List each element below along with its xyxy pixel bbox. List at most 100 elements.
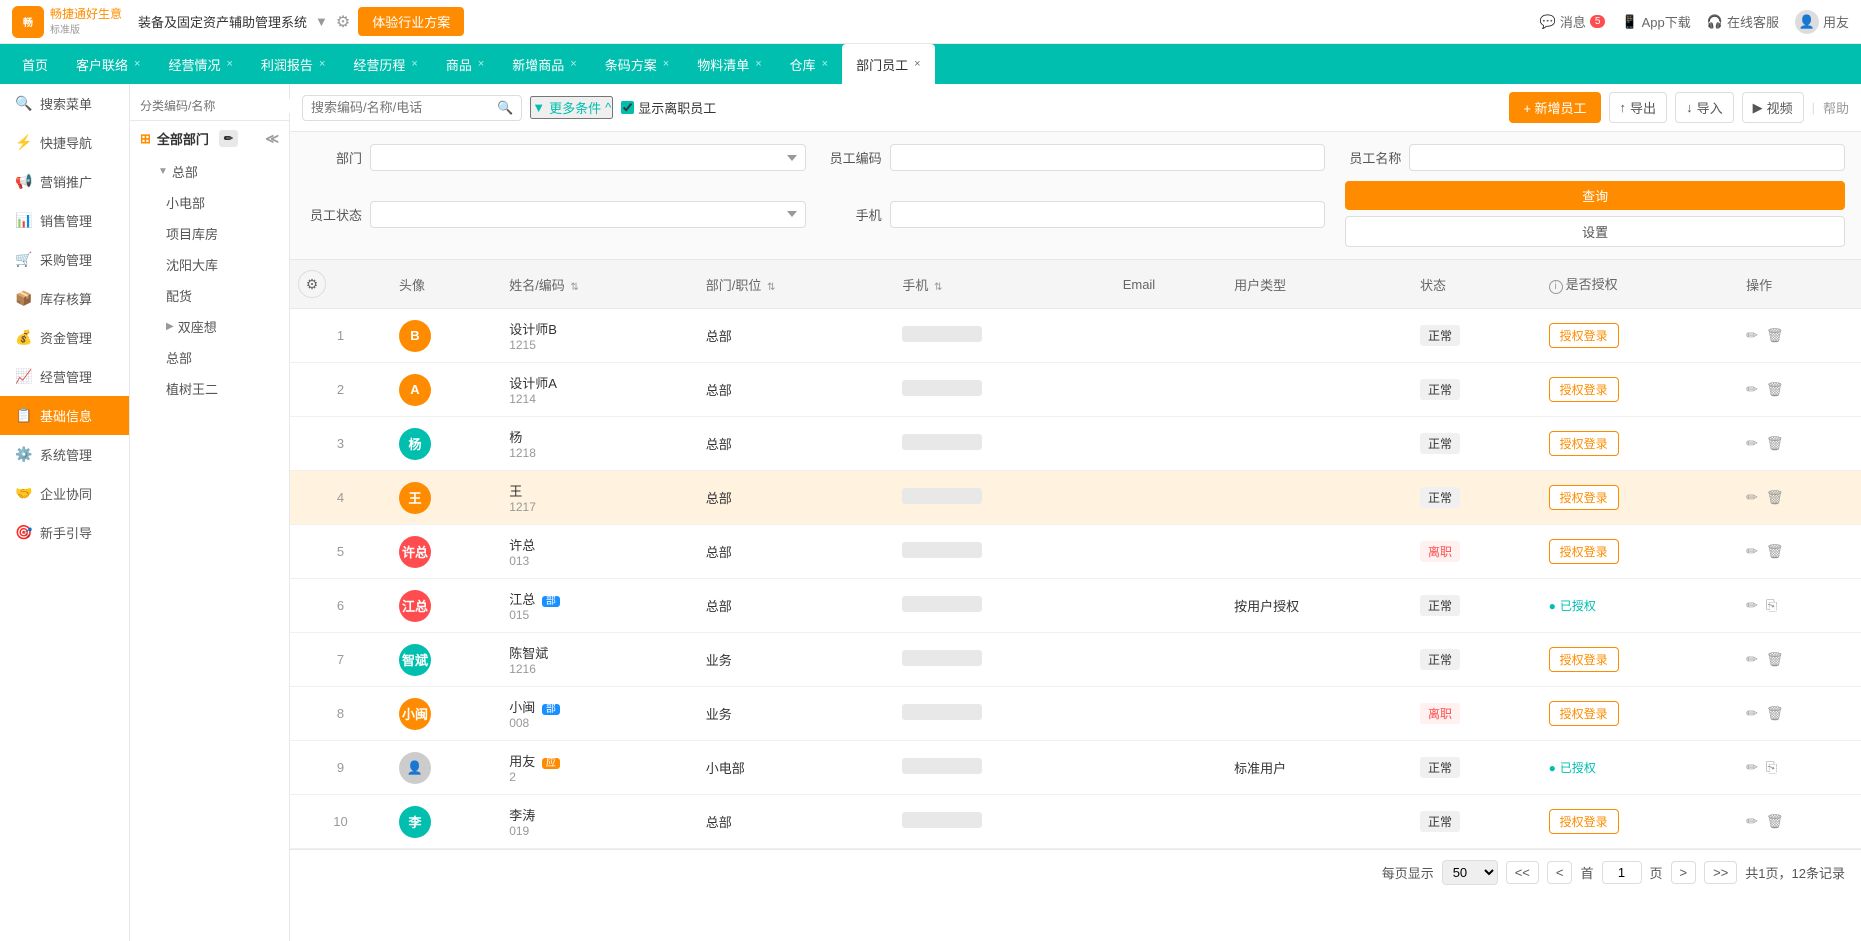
edit-icon[interactable]: ✏ [1746, 435, 1758, 452]
settings-icon[interactable]: ⚙ [336, 12, 350, 32]
sidebar-item-inventory[interactable]: 📦 库存核算 [0, 279, 129, 318]
tab-home[interactable]: 首页 [8, 44, 62, 84]
more-filter-button[interactable]: ▼ 更多条件 ^ [530, 96, 613, 119]
dept-tree-item-zongbu[interactable]: ▼ 总部 [130, 156, 289, 187]
auth-button[interactable]: 授权登录 [1549, 323, 1619, 348]
edit-icon[interactable]: ✏ [1746, 489, 1758, 506]
dept-tree-item-zongbu2[interactable]: 总部 [130, 342, 289, 373]
add-employee-button[interactable]: + 新增员工 [1509, 92, 1600, 123]
sidebar-item-system[interactable]: ⚙️ 系统管理 [0, 435, 129, 474]
auth-button[interactable]: 授权登录 [1549, 377, 1619, 402]
sort-icon[interactable]: ⇅ [570, 282, 578, 293]
first-page-button[interactable]: << [1506, 861, 1539, 884]
sidebar-item-quicknav[interactable]: ⚡ 快捷导航 [0, 123, 129, 162]
edit-icon[interactable]: ✏ [1746, 813, 1758, 830]
edit-icon[interactable]: ✏ [1746, 705, 1758, 722]
dept-filter-select[interactable] [370, 144, 806, 171]
delete-icon[interactable]: 🗑 [1766, 489, 1784, 506]
next-page-button[interactable]: > [1671, 861, 1697, 884]
tab-employees[interactable]: 部门员工 × [842, 44, 934, 84]
auth-button[interactable]: 授权登录 [1549, 647, 1619, 672]
close-icon-active[interactable]: × [914, 58, 920, 70]
help-label[interactable]: 帮助 [1823, 98, 1849, 117]
edit-icon[interactable]: ✏ [1746, 381, 1758, 398]
phone-filter-input[interactable] [890, 201, 1326, 228]
status-filter-select[interactable] [370, 201, 806, 228]
delete-icon[interactable]: 🗑 [1766, 381, 1784, 398]
search-input[interactable] [311, 100, 491, 115]
edit-icon[interactable]: ✏ [1746, 597, 1758, 614]
online-service-action[interactable]: 🎧 在线客服 [1707, 12, 1779, 31]
close-icon[interactable]: × [478, 58, 484, 70]
query-button[interactable]: 查询 [1345, 181, 1845, 210]
edit-icon[interactable]: ✏ [1746, 651, 1758, 668]
delete-icon[interactable]: 🗑 [1766, 651, 1784, 668]
all-dept-label[interactable]: 全部部门 [157, 129, 209, 148]
tab-profit[interactable]: 利润报告 × [247, 44, 339, 84]
tab-warehouse[interactable]: 仓库 × [776, 44, 842, 84]
tab-bom[interactable]: 物料清单 × [683, 44, 775, 84]
close-icon[interactable]: × [134, 58, 140, 70]
delete-icon[interactable]: 🗑 [1766, 705, 1784, 722]
sidebar-item-base[interactable]: 📋 基础信息 [0, 396, 129, 435]
delete-icon[interactable]: 🗑 [1766, 813, 1784, 830]
dept-tree-item-shuangzuo[interactable]: ▶ 双座想 [130, 311, 289, 342]
auth-button[interactable]: 授权登录 [1549, 539, 1619, 564]
export-button[interactable]: ↑ 导出 [1609, 92, 1668, 123]
show-resigned-checkbox[interactable]: 显示离职员工 [621, 98, 716, 117]
close-icon[interactable]: × [755, 58, 761, 70]
sidebar-item-marketing[interactable]: 📢 营销推广 [0, 162, 129, 201]
user-action[interactable]: 👤 用友 [1795, 10, 1849, 34]
delete-icon[interactable]: 🗑 [1766, 327, 1784, 344]
sidebar-item-sales[interactable]: 📊 销售管理 [0, 201, 129, 240]
empcode-filter-input[interactable] [890, 144, 1326, 171]
copy-icon[interactable]: ⎘ [1766, 597, 1777, 614]
prev-page-button[interactable]: < [1547, 861, 1573, 884]
dept-tree-item-shenyang[interactable]: 沈阳大库 [130, 249, 289, 280]
empname-filter-input[interactable] [1409, 144, 1845, 171]
dept-tree-item-xiaodian[interactable]: 小电部 [130, 187, 289, 218]
close-icon[interactable]: × [570, 58, 576, 70]
close-icon[interactable]: × [822, 58, 828, 70]
close-icon[interactable]: × [319, 58, 325, 70]
reset-button[interactable]: 设置 [1345, 216, 1845, 247]
close-icon[interactable]: × [411, 58, 417, 70]
tab-barcode[interactable]: 条码方案 × [591, 44, 683, 84]
tab-operation[interactable]: 经营情况 × [154, 44, 246, 84]
sidebar-item-collab[interactable]: 🤝 企业协同 [0, 474, 129, 513]
auth-button[interactable]: 授权登录 [1549, 485, 1619, 510]
delete-icon[interactable]: 🗑 [1766, 435, 1784, 452]
import-button[interactable]: ↓ 导入 [1675, 92, 1734, 123]
message-action[interactable]: 💬 消息 5 [1540, 12, 1606, 31]
sidebar-item-search[interactable]: 🔍 搜索菜单 [0, 84, 129, 123]
per-page-select[interactable]: 50 10 20 100 [1442, 860, 1498, 885]
edit-icon[interactable]: ✏ [1746, 543, 1758, 560]
sidebar-item-guide[interactable]: 🎯 新手引导 [0, 513, 129, 552]
close-icon[interactable]: × [226, 58, 232, 70]
last-page-button[interactable]: >> [1704, 861, 1737, 884]
page-number-input[interactable] [1602, 861, 1642, 884]
show-resigned-input[interactable] [621, 101, 634, 114]
trial-button[interactable]: 体验行业方案 [358, 7, 464, 36]
column-settings-icon[interactable]: ⚙ [298, 270, 326, 298]
tab-product[interactable]: 商品 × [432, 44, 498, 84]
sort-icon[interactable]: ⇅ [767, 282, 775, 293]
search-icon[interactable]: 🔍 [497, 100, 513, 116]
auth-button[interactable]: 授权登录 [1549, 701, 1619, 726]
sidebar-item-purchase[interactable]: 🛒 采购管理 [0, 240, 129, 279]
copy-icon[interactable]: ⎘ [1766, 759, 1777, 776]
delete-icon[interactable]: 🗑 [1766, 543, 1784, 560]
edit-icon[interactable]: ✏ [1746, 327, 1758, 344]
view-button[interactable]: ▶ 视频 [1742, 92, 1804, 123]
dept-tree-item-zhishu[interactable]: 植树王二 [130, 373, 289, 404]
sidebar-item-finance[interactable]: 💰 资金管理 [0, 318, 129, 357]
tab-new-product[interactable]: 新增商品 × [498, 44, 590, 84]
dept-tree-item-xiangmu[interactable]: 项目库房 [130, 218, 289, 249]
tab-customer[interactable]: 客户联络 × [62, 44, 154, 84]
sidebar-item-mgmt[interactable]: 📈 经营管理 [0, 357, 129, 396]
collapse-icon[interactable]: ≪ [265, 131, 279, 147]
close-icon[interactable]: × [663, 58, 669, 70]
dept-tree-item-peihuo[interactable]: 配货 [130, 280, 289, 311]
auth-button[interactable]: 授权登录 [1549, 431, 1619, 456]
auth-button[interactable]: 授权登录 [1549, 809, 1619, 834]
